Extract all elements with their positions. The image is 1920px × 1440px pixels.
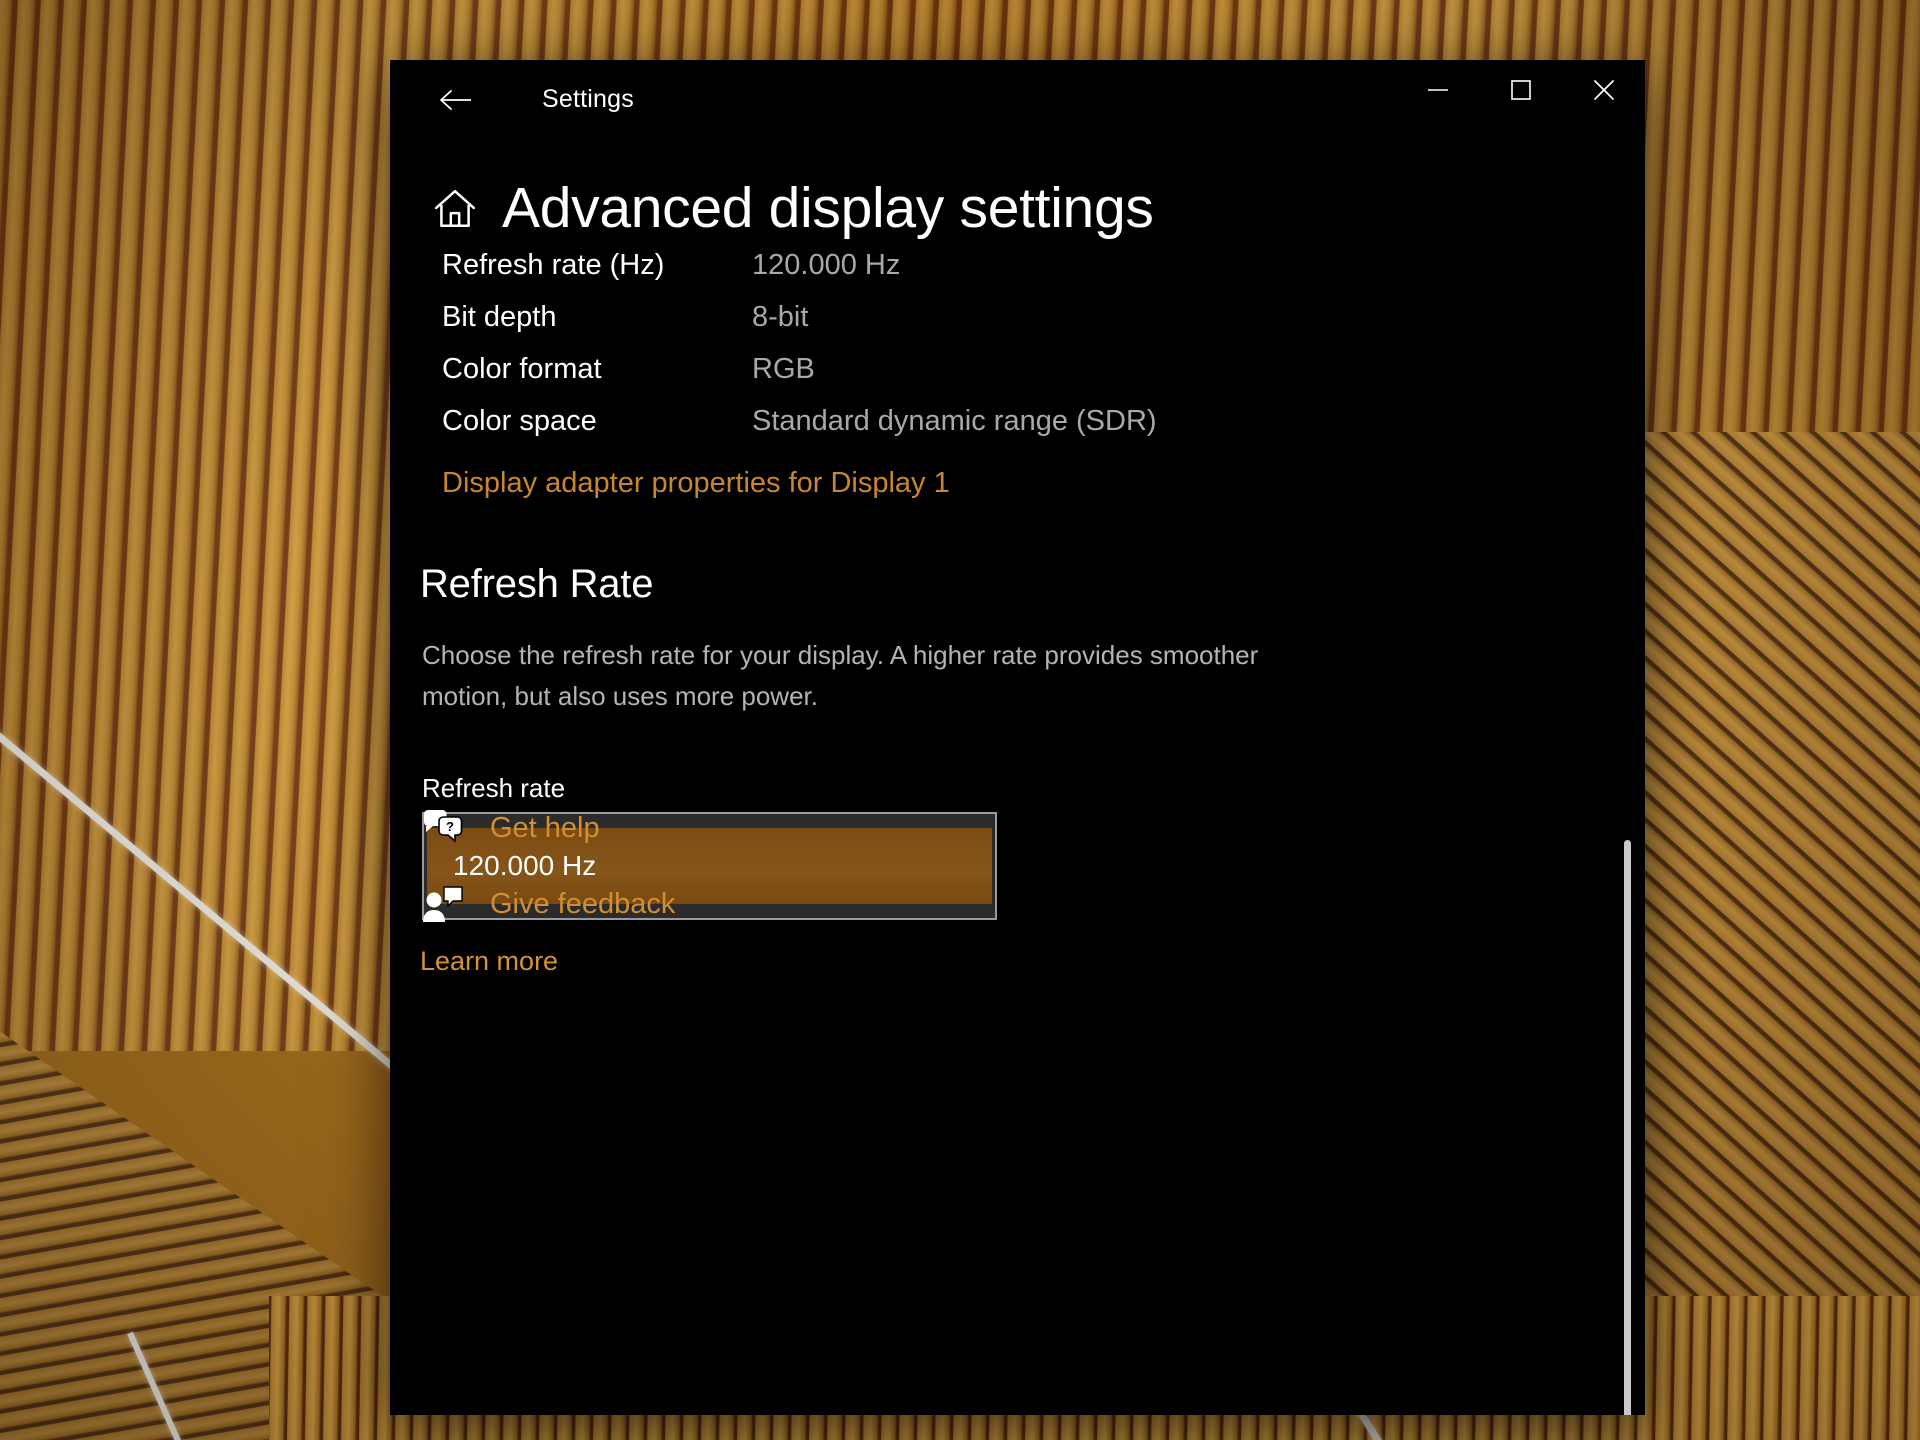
give-feedback-link[interactable]: Give feedback: [422, 883, 675, 925]
display-adapter-properties-link[interactable]: Display adapter properties for Display 1: [442, 467, 950, 500]
info-value: Standard dynamic range (SDR): [752, 405, 1157, 437]
minimize-button[interactable]: [1396, 60, 1479, 120]
back-arrow-icon: [440, 90, 471, 110]
page-header: Advanced display settings: [432, 180, 1645, 237]
refresh-rate-description: Choose the refresh rate for your display…: [422, 640, 1259, 712]
get-help-label: Get help: [490, 811, 600, 844]
maximize-button[interactable]: [1479, 60, 1562, 120]
info-label: Color format: [442, 353, 602, 385]
back-button[interactable]: [428, 78, 484, 122]
info-value: 120.000 Hz: [752, 249, 901, 281]
refresh-rate-section-title: Refresh Rate: [420, 562, 654, 606]
info-label: Color space: [442, 405, 597, 437]
scrollbar-track[interactable]: [1619, 150, 1635, 1415]
app-title: Settings: [542, 85, 634, 113]
settings-window: Settings Advanced display settings Refre…: [390, 60, 1645, 1415]
window-controls: [1396, 60, 1645, 120]
info-row-refresh-rate: Refresh rate (Hz) 120.000 Hz: [442, 249, 1645, 282]
home-icon[interactable]: [432, 186, 478, 232]
close-button[interactable]: [1562, 60, 1645, 120]
scrollbar-thumb[interactable]: [1624, 840, 1631, 1415]
info-row-color-space: Color space Standard dynamic range (SDR): [442, 405, 1645, 438]
get-help-link[interactable]: ? Get help: [422, 807, 675, 849]
info-label: Refresh rate (Hz): [442, 249, 665, 281]
svg-text:?: ?: [446, 819, 454, 834]
title-bar: Settings: [390, 60, 1645, 138]
info-label: Bit depth: [442, 301, 557, 333]
info-value: RGB: [752, 353, 815, 385]
footer-links: ? Get help Give feedback: [422, 807, 675, 925]
display-info-list: Refresh rate (Hz) 120.000 Hz Bit depth 8…: [442, 249, 1645, 438]
info-row-bit-depth: Bit depth 8-bit: [442, 301, 1645, 334]
give-feedback-label: Give feedback: [490, 887, 676, 920]
feedback-person-icon: [422, 883, 464, 925]
close-icon: [1593, 80, 1614, 100]
refresh-rate-field-label: Refresh rate: [422, 773, 566, 804]
page-title: Advanced display settings: [502, 176, 1154, 240]
maximize-icon: [1510, 80, 1531, 100]
info-row-color-format: Color format RGB: [442, 353, 1645, 386]
page-content: Advanced display settings Refresh rate (…: [390, 180, 1645, 977]
minimize-icon: [1427, 89, 1448, 91]
learn-more-link[interactable]: Learn more: [420, 946, 558, 977]
info-value: 8-bit: [752, 301, 809, 333]
help-chat-icon: ?: [422, 807, 464, 849]
